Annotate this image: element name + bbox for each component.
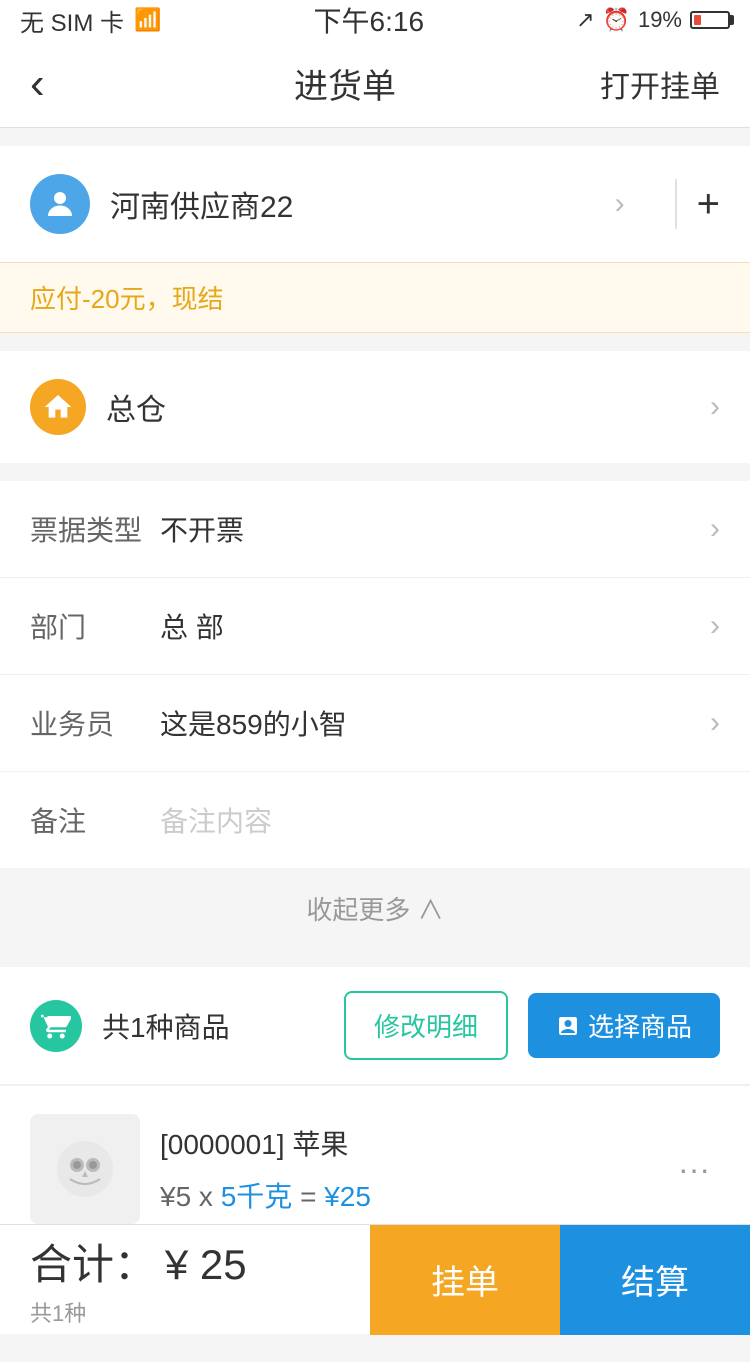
product-code: [0000001] xyxy=(160,1129,292,1160)
supplier-name: 河南供应商22 xyxy=(110,182,615,226)
ticket-label: 票据类型 xyxy=(30,509,160,549)
select-product-label: 选择商品 xyxy=(588,1007,692,1044)
collapse-row[interactable]: 收起更多 ∧ xyxy=(0,868,750,949)
ticket-value: 不开票 xyxy=(160,509,710,549)
location-icon: ↗ xyxy=(576,7,594,33)
dept-chevron-icon: › xyxy=(710,609,720,643)
product-name: [0000001] 苹果 xyxy=(160,1123,648,1163)
total-amount: 合计： ¥ 25 xyxy=(30,1231,340,1292)
form-section: 票据类型 不开票 › 部门 总 部 › 业务员 这是859的小智 › 备注 备注… xyxy=(0,481,750,868)
warehouse-icon xyxy=(30,379,86,435)
collapse-label: 收起更多 ∧ xyxy=(306,895,443,925)
warehouse-chevron-icon: › xyxy=(710,390,720,424)
status-right: ↗ ⏰ 19% xyxy=(576,7,730,33)
staff-chevron-icon: › xyxy=(710,706,720,740)
product-title: 苹果 xyxy=(292,1129,348,1160)
total-label: 合计： xyxy=(30,1241,156,1288)
warning-text: 应付-20元，现结 xyxy=(30,284,224,314)
ticket-chevron-icon: › xyxy=(710,512,720,546)
ticket-row[interactable]: 票据类型 不开票 › xyxy=(0,481,750,577)
note-row[interactable]: 备注 备注内容 xyxy=(0,771,750,868)
warning-bar: 应付-20元，现结 xyxy=(0,262,750,333)
total-section: 合计： ¥ 25 共1种 xyxy=(0,1231,370,1328)
cart-icon xyxy=(41,1011,71,1041)
supplier-section: 河南供应商22 › + 应付-20元，现结 xyxy=(0,146,750,333)
dept-label: 部门 xyxy=(30,606,160,646)
wifi-icon: 📶 xyxy=(134,7,161,33)
warehouse-section: 总仓 › xyxy=(0,351,750,463)
hang-button[interactable]: 挂单 xyxy=(370,1225,560,1335)
equals: = xyxy=(300,1181,324,1212)
warehouse-row[interactable]: 总仓 › xyxy=(0,351,750,463)
battery-icon xyxy=(690,11,730,29)
nav-bar: ‹ 进货单 打开挂单 xyxy=(0,40,750,128)
back-button[interactable]: ‹ xyxy=(30,59,90,109)
supplier-row[interactable]: 河南供应商22 › + xyxy=(0,146,750,262)
products-icon xyxy=(30,1000,82,1052)
supplier-avatar xyxy=(30,174,90,234)
person-icon xyxy=(42,186,78,222)
status-bar: 无 SIM 卡 📶 下午6:16 ↗ ⏰ 19% xyxy=(0,0,750,40)
select-product-button[interactable]: 选择商品 xyxy=(528,993,720,1058)
products-count: 共1种商品 xyxy=(102,1006,324,1046)
products-header: 共1种商品 修改明细 选择商品 xyxy=(0,967,750,1085)
total-count: 共1种 xyxy=(30,1296,340,1328)
divider-2 xyxy=(0,333,750,351)
divider-top xyxy=(0,128,750,146)
product-info: [0000001] 苹果 ¥5 x 5千克 = ¥25 xyxy=(160,1123,648,1215)
product-qty: 5千克 xyxy=(221,1181,293,1212)
status-time: 下午6:16 xyxy=(314,0,425,40)
staff-value: 这是859的小智 xyxy=(160,703,710,743)
divider-4 xyxy=(0,949,750,967)
dept-value: 总 部 xyxy=(160,606,710,646)
network-label: 无 SIM 卡 xyxy=(20,3,124,38)
note-label: 备注 xyxy=(30,800,160,840)
bottom-bar: 合计： ¥ 25 共1种 挂单 结算 xyxy=(0,1224,750,1334)
price-per-unit: ¥5 x xyxy=(160,1181,221,1212)
staff-row[interactable]: 业务员 这是859的小智 › xyxy=(0,674,750,771)
page-title: 进货单 xyxy=(294,59,396,108)
edit-detail-button[interactable]: 修改明细 xyxy=(344,991,508,1060)
add-supplier-button[interactable]: + xyxy=(697,182,720,227)
note-input[interactable]: 备注内容 xyxy=(160,800,720,840)
staff-label: 业务员 xyxy=(30,703,160,743)
product-image xyxy=(55,1139,115,1199)
alarm-icon: ⏰ xyxy=(603,7,630,33)
total-value: ¥ 25 xyxy=(165,1241,247,1288)
dept-row[interactable]: 部门 总 部 › xyxy=(0,577,750,674)
checkout-button[interactable]: 结算 xyxy=(560,1225,750,1335)
home-icon xyxy=(42,391,74,423)
supplier-chevron-icon: › xyxy=(615,187,625,221)
product-price: ¥5 x 5千克 = ¥25 xyxy=(160,1175,648,1215)
select-icon xyxy=(556,1014,580,1038)
warehouse-name: 总仓 xyxy=(106,385,710,429)
battery-percent: 19% xyxy=(638,7,682,33)
status-left: 无 SIM 卡 📶 xyxy=(20,3,161,38)
product-more-button[interactable]: ··· xyxy=(668,1141,720,1198)
divider-3 xyxy=(0,463,750,481)
supplier-divider xyxy=(675,179,677,229)
product-total: ¥25 xyxy=(324,1181,371,1212)
open-hang-button[interactable]: 打开挂单 xyxy=(600,62,720,106)
product-thumbnail xyxy=(30,1114,140,1224)
